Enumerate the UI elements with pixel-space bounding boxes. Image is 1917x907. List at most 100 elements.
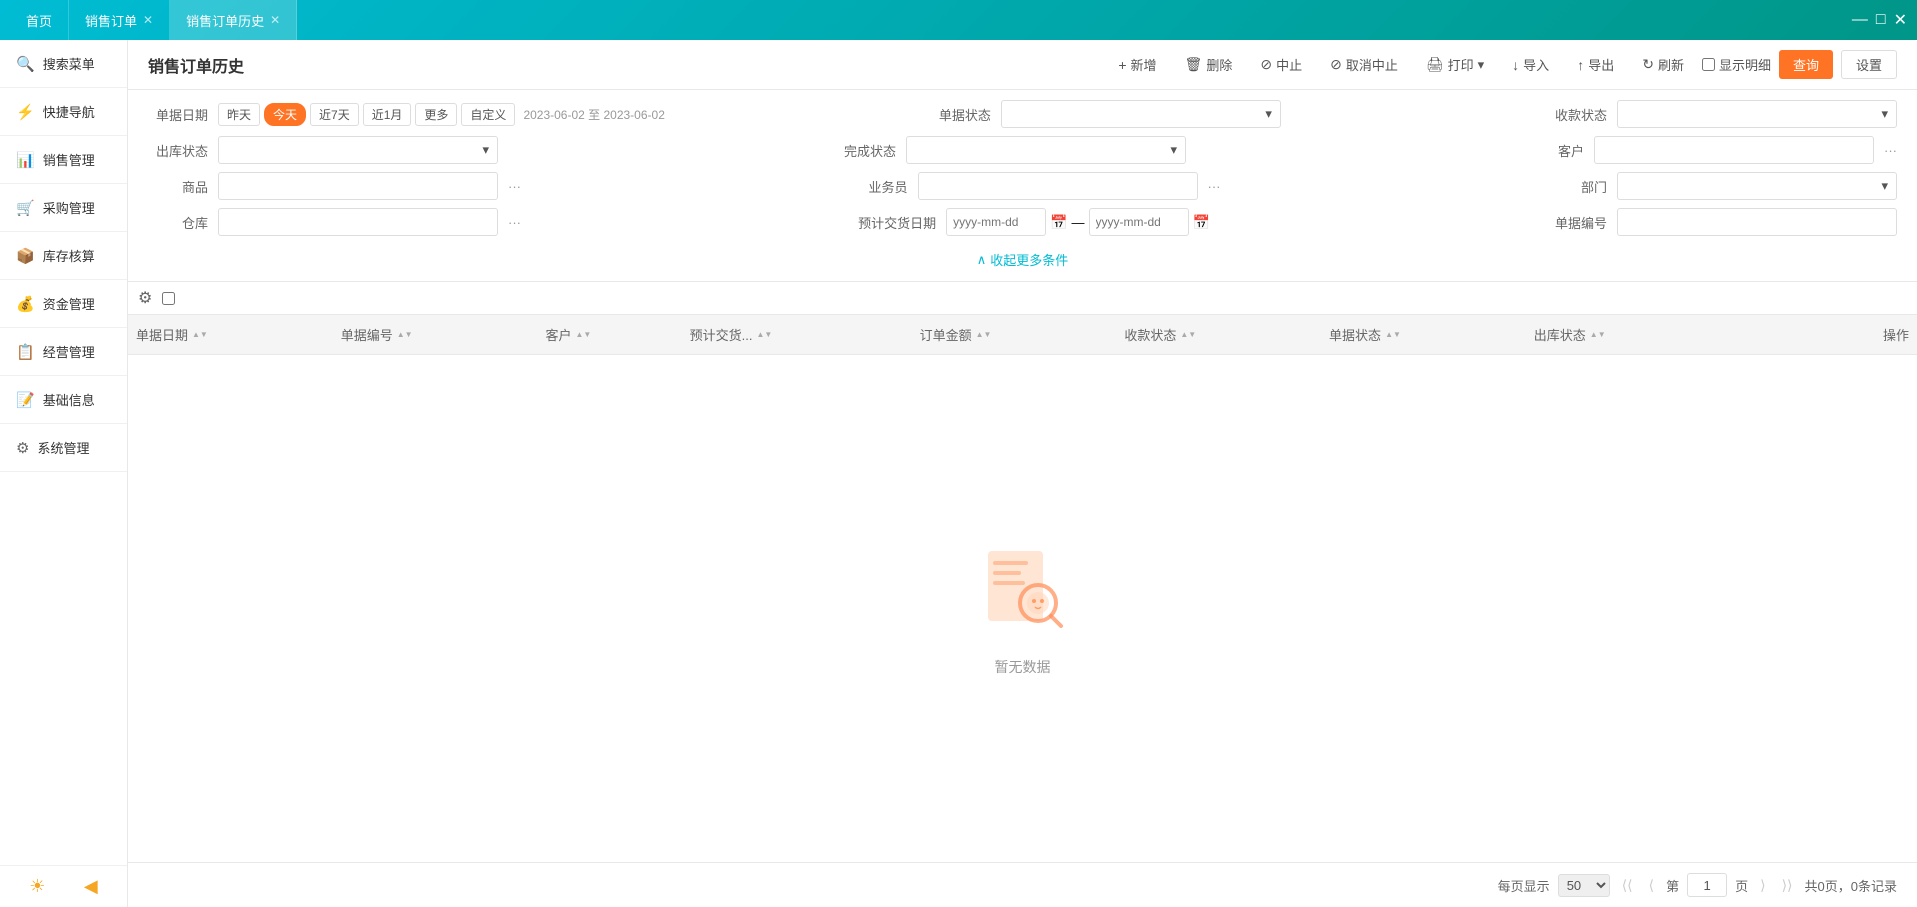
sort-icon-payment[interactable]: ▲▼: [1180, 331, 1196, 339]
payment-status-select[interactable]: ▾: [1617, 100, 1897, 128]
add-icon: +: [1118, 57, 1126, 73]
sidebar-item-purchase[interactable]: 🛒 采购管理: [0, 184, 127, 232]
tab-sales-order-label: 销售订单: [85, 11, 137, 30]
display-columns-label[interactable]: 显示明细: [1702, 55, 1771, 74]
salesperson-more-icon[interactable]: ···: [1208, 179, 1221, 194]
top-bar: 首页 销售订单 ✕ 销售订单历史 ✕ — □ ✕: [0, 0, 1917, 40]
customer-more-icon[interactable]: ···: [1884, 143, 1897, 158]
voucher-no-input[interactable]: [1617, 208, 1897, 236]
sidebar-item-basic-info-label: 基础信息: [43, 390, 95, 409]
cancel-stop-button[interactable]: ⊘ 取消中止: [1320, 50, 1408, 79]
table-select-all-checkbox[interactable]: [162, 292, 175, 305]
warehouse-input[interactable]: [218, 208, 498, 236]
refresh-icon: ↻: [1642, 56, 1654, 73]
sort-icon-date[interactable]: ▲▼: [192, 331, 208, 339]
warehouse-more-icon[interactable]: ···: [508, 215, 521, 230]
sidebar-item-basic-info[interactable]: 📝 基础信息: [0, 376, 127, 424]
filter-row-4: 仓库 ··· 预计交货日期 📅 — 📅 单据编号: [148, 208, 1897, 236]
delivery-date-start[interactable]: [946, 208, 1046, 236]
goods-more-icon[interactable]: ···: [508, 179, 521, 194]
status-select[interactable]: ▾: [1001, 100, 1281, 128]
completion-select[interactable]: ▾: [906, 136, 1186, 164]
export-button[interactable]: ↑ 导出: [1567, 50, 1624, 79]
query-button[interactable]: 查询: [1779, 50, 1833, 79]
date-btn-custom[interactable]: 自定义: [461, 103, 515, 126]
sidebar-item-sales[interactable]: 📊 销售管理: [0, 136, 127, 184]
delivery-date-end[interactable]: [1089, 208, 1189, 236]
department-select[interactable]: ▾: [1617, 172, 1897, 200]
tab-sales-order-close[interactable]: ✕: [143, 13, 153, 27]
date-btn-today[interactable]: 今天: [264, 103, 306, 126]
sidebar-item-finance[interactable]: 💰 资金管理: [0, 280, 127, 328]
import-button[interactable]: ↓ 导入: [1502, 50, 1559, 79]
display-columns-checkbox[interactable]: [1702, 58, 1715, 71]
prev-page-btn[interactable]: ⟨: [1645, 875, 1658, 896]
cancel-stop-label: 取消中止: [1346, 55, 1398, 74]
main-layout: 🔍 搜索菜单 ⚡ 快捷导航 📊 销售管理 🛒 采购管理 📦 库存核算 💰 资金管…: [0, 40, 1917, 907]
collapse-icon: ∧: [977, 252, 987, 268]
sidebar-settings-btn[interactable]: ☀: [29, 876, 45, 897]
display-columns-text: 显示明细: [1719, 55, 1771, 74]
status-select-arrow: ▾: [1265, 106, 1272, 122]
tab-sales-order-history-close[interactable]: ✕: [270, 13, 280, 27]
date-btn-7days[interactable]: 近7天: [310, 103, 359, 126]
sort-icon-outbound[interactable]: ▲▼: [1590, 331, 1606, 339]
print-button[interactable]: 🖨 打印 ▾: [1416, 50, 1494, 79]
next-page-btn[interactable]: ⟩: [1756, 875, 1769, 896]
add-button[interactable]: + 新增: [1108, 50, 1166, 79]
sidebar-item-system[interactable]: ⚙ 系统管理: [0, 424, 127, 472]
sort-icon-amount[interactable]: ▲▼: [976, 331, 992, 339]
th-outbound-status: 出库状态 ▲▼: [1526, 315, 1731, 355]
customer-input[interactable]: [1594, 136, 1874, 164]
date-btn-1month[interactable]: 近1月: [363, 103, 412, 126]
sidebar-collapse-btn[interactable]: ◀: [84, 876, 98, 897]
refresh-button[interactable]: ↻ 刷新: [1632, 50, 1694, 79]
date-options-group: 昨天 今天 近7天 近1月 更多 自定义 2023-06-02 至 2023-0…: [218, 103, 665, 126]
basic-info-icon: 📝: [16, 391, 35, 409]
date-btn-yesterday[interactable]: 昨天: [218, 103, 260, 126]
outbound-label: 出库状态: [148, 141, 208, 160]
completion-arrow: ▾: [1170, 142, 1177, 158]
salesperson-input[interactable]: [918, 172, 1198, 200]
sidebar-item-operations-label: 经营管理: [43, 342, 95, 361]
per-page-select[interactable]: 50 10 20 100: [1558, 874, 1610, 897]
sidebar-item-search[interactable]: 🔍 搜索菜单: [0, 40, 127, 88]
settings-button[interactable]: 设置: [1841, 50, 1897, 79]
sidebar-item-inventory[interactable]: 📦 库存核算: [0, 232, 127, 280]
collapse-btn[interactable]: ∧ 收起更多条件: [148, 244, 1897, 271]
tab-home[interactable]: 首页: [10, 0, 69, 40]
filter-row-2: 出库状态 ▾ 完成状态 ▾ 客户 ···: [148, 136, 1897, 164]
sort-icon-delivery[interactable]: ▲▼: [756, 331, 772, 339]
date-calendar-icon-1[interactable]: 📅: [1050, 214, 1067, 231]
close-button[interactable]: ✕: [1894, 10, 1907, 30]
filter-row-3: 商品 ··· 业务员 ··· 部门 ▾: [148, 172, 1897, 200]
tab-sales-order-history[interactable]: 销售订单历史 ✕: [170, 0, 297, 40]
sidebar-item-inventory-label: 库存核算: [43, 246, 95, 265]
sort-icon-customer[interactable]: ▲▼: [575, 331, 591, 339]
page-header: 销售订单历史 + 新增 🗑 删除 ⊘ 中止 ⊘ 取消中止: [128, 40, 1917, 90]
finance-icon: 💰: [16, 295, 35, 313]
sort-icon-vstatus[interactable]: ▲▼: [1385, 331, 1401, 339]
last-page-btn[interactable]: ⟩⟩: [1778, 875, 1797, 896]
print-icon: 🖨: [1426, 56, 1444, 73]
date-calendar-icon-2[interactable]: 📅: [1193, 214, 1210, 231]
tab-sales-order[interactable]: 销售订单 ✕: [69, 0, 170, 40]
sidebar-item-sales-label: 销售管理: [43, 150, 95, 169]
maximize-button[interactable]: □: [1876, 11, 1886, 29]
table-area: ⚙ 单据日期 ▲▼ 单据编号: [128, 282, 1917, 862]
date-btn-more[interactable]: 更多: [415, 103, 457, 126]
page-input[interactable]: [1687, 873, 1727, 897]
customer-label: 客户: [1524, 141, 1584, 160]
sidebar-item-operations[interactable]: 📋 经营管理: [0, 328, 127, 376]
sidebar-item-quicknav[interactable]: ⚡ 快捷导航: [0, 88, 127, 136]
sort-icon-voucher[interactable]: ▲▼: [397, 331, 413, 339]
delete-button[interactable]: 🗑 删除: [1175, 50, 1243, 79]
empty-state: 暂无数据: [128, 355, 1917, 862]
delete-icon: 🗑: [1185, 56, 1203, 73]
outbound-select[interactable]: ▾: [218, 136, 498, 164]
stop-button[interactable]: ⊘ 中止: [1250, 50, 1312, 79]
minimize-button[interactable]: —: [1852, 11, 1868, 29]
first-page-btn[interactable]: ⟨⟨: [1618, 875, 1637, 896]
goods-input[interactable]: [218, 172, 498, 200]
table-settings-btn[interactable]: ⚙: [138, 288, 152, 308]
